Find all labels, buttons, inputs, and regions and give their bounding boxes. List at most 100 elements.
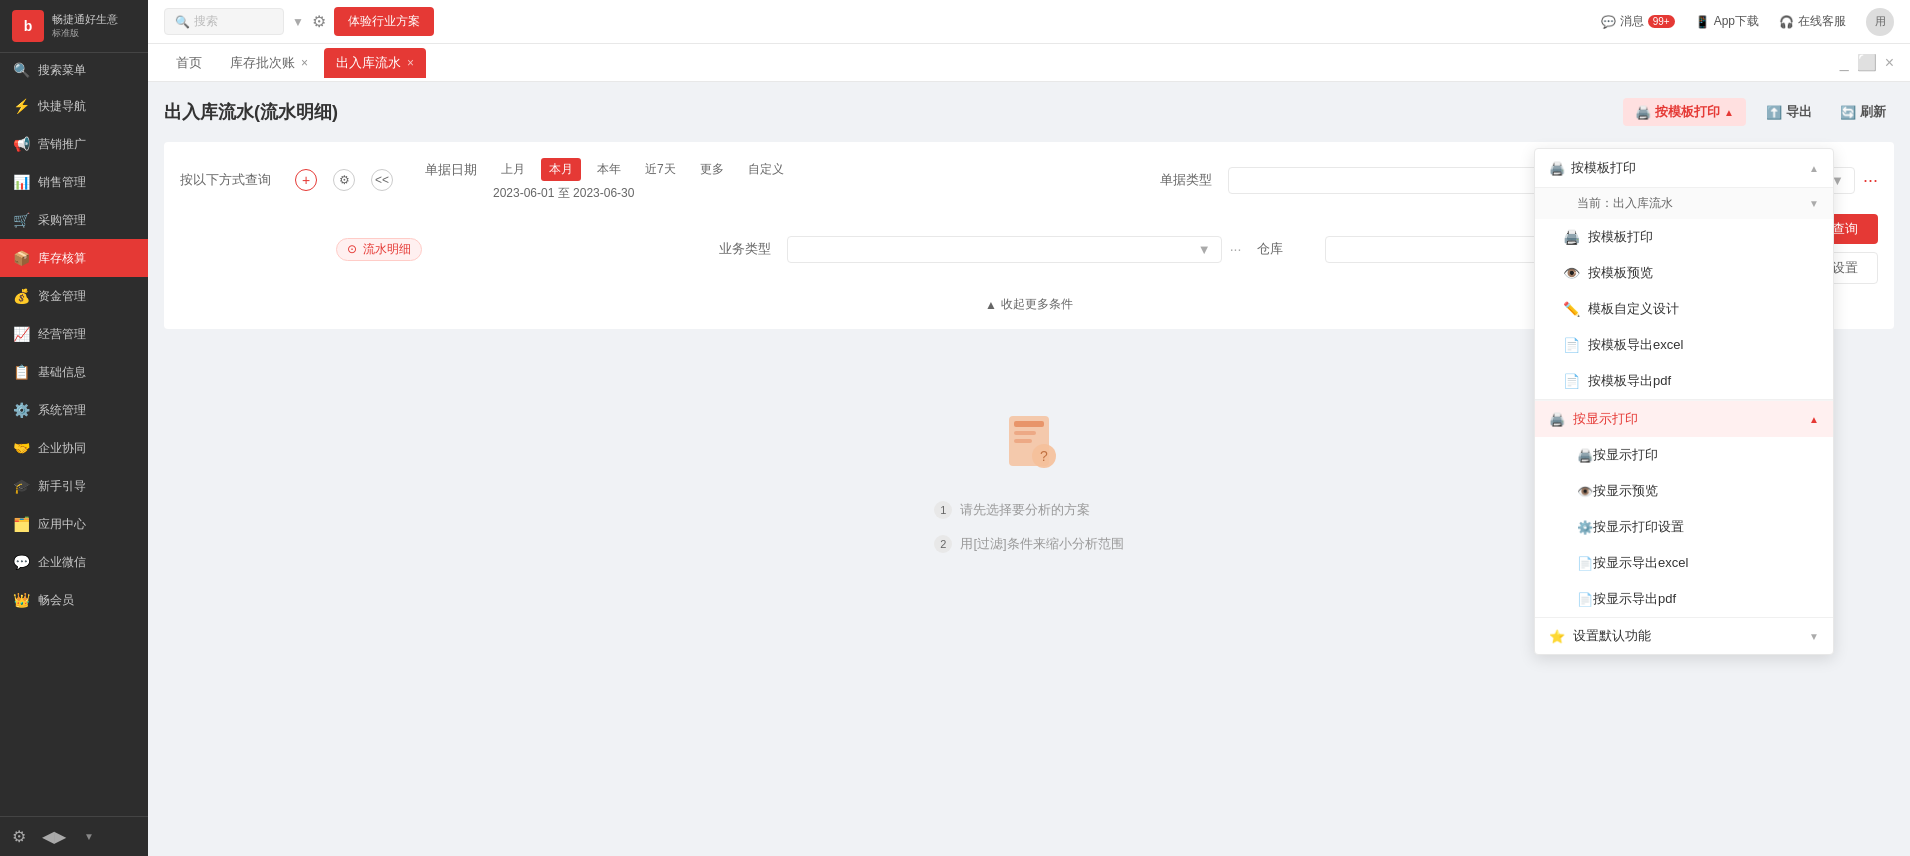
sidebar-item-finance[interactable]: 💰 资金管理 bbox=[0, 277, 148, 315]
template-custom-icon: ✏️ bbox=[1563, 301, 1580, 317]
collapse-label: 收起更多条件 bbox=[1001, 296, 1073, 313]
date-opt-7days[interactable]: 近7天 bbox=[637, 158, 684, 181]
date-opt-current-year[interactable]: 本年 bbox=[589, 158, 629, 181]
doc-type-more-icon[interactable]: ··· bbox=[1863, 170, 1878, 191]
dropdown-item-display-print-settings[interactable]: ⚙️ 按显示打印设置 bbox=[1535, 509, 1833, 545]
svg-rect-3 bbox=[1014, 439, 1032, 443]
company-name: 畅捷通好生意 bbox=[52, 12, 118, 27]
filter-add-button[interactable]: + bbox=[295, 169, 317, 191]
flow-detail-tag[interactable]: ⊙ 流水明细 bbox=[336, 238, 422, 261]
collapse-sidebar-icon[interactable]: ◀▶ bbox=[42, 827, 66, 846]
display-print-section-icon: 🖨️ bbox=[1549, 412, 1565, 427]
sidebar-item-basic[interactable]: 📋 基础信息 bbox=[0, 353, 148, 391]
refresh-button[interactable]: 🔄 刷新 bbox=[1832, 99, 1894, 125]
filter-settings-button[interactable]: ⚙ bbox=[333, 169, 355, 191]
display-preview-icon: 👁️ bbox=[1577, 484, 1593, 499]
minimize-icon[interactable]: _ bbox=[1840, 54, 1849, 72]
dropdown-item-display-print[interactable]: 🖨️ 按显示打印 bbox=[1535, 437, 1833, 473]
template-preview-icon: 👁️ bbox=[1563, 265, 1580, 281]
refresh-label: 刷新 bbox=[1860, 103, 1886, 121]
sidebar-item-purchase[interactable]: 🛒 采购管理 bbox=[0, 201, 148, 239]
sidebar-item-inventory[interactable]: 📦 库存核算 bbox=[0, 239, 148, 277]
sidebar-item-inventory-label: 库存核算 bbox=[38, 250, 86, 267]
date-opt-current-month[interactable]: 本月 bbox=[541, 158, 581, 181]
tab-flow-close[interactable]: × bbox=[407, 56, 414, 70]
sidebar-item-member[interactable]: 👑 畅会员 bbox=[0, 581, 148, 619]
maximize-icon[interactable]: ⬜ bbox=[1857, 53, 1877, 72]
export-icon: ⬆️ bbox=[1766, 105, 1782, 120]
guide-icon: 🎓 bbox=[12, 477, 30, 495]
sidebar-item-system[interactable]: ⚙️ 系统管理 bbox=[0, 391, 148, 429]
collapse-icon: ▲ bbox=[985, 298, 997, 312]
sidebar-item-search[interactable]: 🔍 搜索菜单 bbox=[0, 53, 148, 87]
warehouse-label: 仓库 bbox=[1257, 240, 1317, 258]
template-print-item-icon: 🖨️ bbox=[1563, 229, 1580, 245]
sidebar-item-finance-label: 资金管理 bbox=[38, 288, 86, 305]
display-excel-label: 按显示导出excel bbox=[1593, 554, 1688, 572]
close-icon[interactable]: × bbox=[1885, 54, 1894, 72]
sidebar-item-app-center[interactable]: 🗂️ 应用中心 bbox=[0, 505, 148, 543]
filter-collapse-button[interactable]: << bbox=[371, 169, 393, 191]
svg-rect-1 bbox=[1014, 421, 1044, 427]
template-preview-label: 按模板预览 bbox=[1588, 264, 1653, 282]
template-print-dropdown: 🖨️ 按模板打印 ▲ 当前：出入库流水 ▼ 🖨️ 按模板打印 bbox=[1534, 148, 1834, 655]
tab-flow[interactable]: 出入库流水 × bbox=[324, 48, 426, 78]
tab-home[interactable]: 首页 bbox=[164, 48, 214, 78]
wechat-icon: 💬 bbox=[12, 553, 30, 571]
dropdown-item-display-preview[interactable]: 👁️ 按显示预览 bbox=[1535, 473, 1833, 509]
header-search-box[interactable]: 🔍 搜索 bbox=[164, 8, 284, 35]
export-button[interactable]: ⬆️ 导出 bbox=[1758, 99, 1820, 125]
chevron-down-icon: ▼ bbox=[292, 15, 304, 29]
message-badge: 99+ bbox=[1648, 15, 1675, 28]
app-download-button[interactable]: 📱 App下载 bbox=[1695, 13, 1759, 30]
dropdown-item-display-excel[interactable]: 📄 按显示导出excel bbox=[1535, 545, 1833, 581]
page-title-actions: 🖨️ 按模板打印 ▲ ⬆️ 导出 🔄 刷新 bbox=[1623, 98, 1894, 126]
dropdown-item-template-preview[interactable]: 👁️ 按模板预览 bbox=[1535, 255, 1833, 291]
message-button[interactable]: 💬 消息 99+ bbox=[1601, 13, 1675, 30]
dropdown-item-template-pdf[interactable]: 📄 按模板导出pdf bbox=[1535, 363, 1833, 399]
scroll-down-icon[interactable]: ▼ bbox=[82, 829, 96, 844]
date-opt-more[interactable]: 更多 bbox=[692, 158, 732, 181]
set-default-icon: ⭐ bbox=[1549, 629, 1565, 644]
header-left: 🔍 搜索 ▼ ⚙ 体验行业方案 bbox=[164, 7, 434, 36]
business-type-select[interactable]: ▼ bbox=[787, 236, 1222, 263]
date-opt-custom[interactable]: 自定义 bbox=[740, 158, 792, 181]
gear-settings-icon[interactable]: ⚙ bbox=[312, 12, 326, 31]
sidebar-item-marketing[interactable]: 📢 营销推广 bbox=[0, 125, 148, 163]
business-type-more-icon[interactable]: ··· bbox=[1230, 241, 1242, 257]
dropdown-chevron-up: ▲ bbox=[1809, 163, 1819, 174]
page-title-text: 出入库流水(流水明细) bbox=[164, 100, 338, 124]
display-print-section-header[interactable]: 🖨️ 按显示打印 ▲ bbox=[1535, 400, 1833, 437]
basic-icon: 📋 bbox=[12, 363, 30, 381]
industry-solution-button[interactable]: 体验行业方案 bbox=[334, 7, 434, 36]
sidebar-item-sales[interactable]: 📊 销售管理 bbox=[0, 163, 148, 201]
sidebar-item-sales-label: 销售管理 bbox=[38, 174, 86, 191]
sidebar-item-enterprise[interactable]: 🤝 企业协同 bbox=[0, 429, 148, 467]
template-excel-icon: 📄 bbox=[1563, 337, 1580, 353]
settings-bottom-icon[interactable]: ⚙ bbox=[12, 827, 26, 846]
content-area: 出入库流水(流水明细) 🖨️ 按模板打印 ▲ ⬆️ 导出 🔄 bbox=[148, 82, 1910, 856]
dropdown-item-template-print[interactable]: 🖨️ 按模板打印 bbox=[1535, 219, 1833, 255]
sidebar-item-operations[interactable]: 📈 经营管理 bbox=[0, 315, 148, 353]
tab-batch-account-close[interactable]: × bbox=[301, 56, 308, 70]
sidebar-item-wechat[interactable]: 💬 企业微信 bbox=[0, 543, 148, 581]
header: 🔍 搜索 ▼ ⚙ 体验行业方案 💬 消息 99+ 📱 App下载 🎧 bbox=[148, 0, 1910, 44]
sidebar-item-quick-nav[interactable]: ⚡ 快捷导航 bbox=[0, 87, 148, 125]
tip-item-1: 1 请先选择要分析的方案 bbox=[934, 497, 1123, 523]
online-service-button[interactable]: 🎧 在线客服 bbox=[1779, 13, 1846, 30]
template-print-button[interactable]: 🖨️ 按模板打印 ▲ bbox=[1623, 98, 1746, 126]
dropdown-item-display-pdf[interactable]: 📄 按显示导出pdf bbox=[1535, 581, 1833, 617]
window-controls: _ ⬜ × bbox=[1840, 53, 1894, 72]
tab-batch-account[interactable]: 库存批次账 × bbox=[218, 48, 320, 78]
set-default-section[interactable]: ⭐ 设置默认功能 ▼ bbox=[1535, 618, 1833, 654]
dropdown-item-template-custom[interactable]: ✏️ 模板自定义设计 bbox=[1535, 291, 1833, 327]
message-icon: 💬 bbox=[1601, 15, 1616, 29]
dropdown-item-template-excel[interactable]: 📄 按模板导出excel bbox=[1535, 327, 1833, 363]
user-avatar[interactable]: 用 bbox=[1866, 8, 1894, 36]
template-print-item-label: 按模板打印 bbox=[1588, 228, 1653, 246]
date-label: 单据日期 bbox=[425, 161, 485, 179]
tip-text-1: 请先选择要分析的方案 bbox=[960, 497, 1090, 523]
date-opt-last-month[interactable]: 上月 bbox=[493, 158, 533, 181]
sidebar-item-guide[interactable]: 🎓 新手引导 bbox=[0, 467, 148, 505]
tabs-bar: 首页 库存批次账 × 出入库流水 × _ ⬜ × bbox=[148, 44, 1910, 82]
